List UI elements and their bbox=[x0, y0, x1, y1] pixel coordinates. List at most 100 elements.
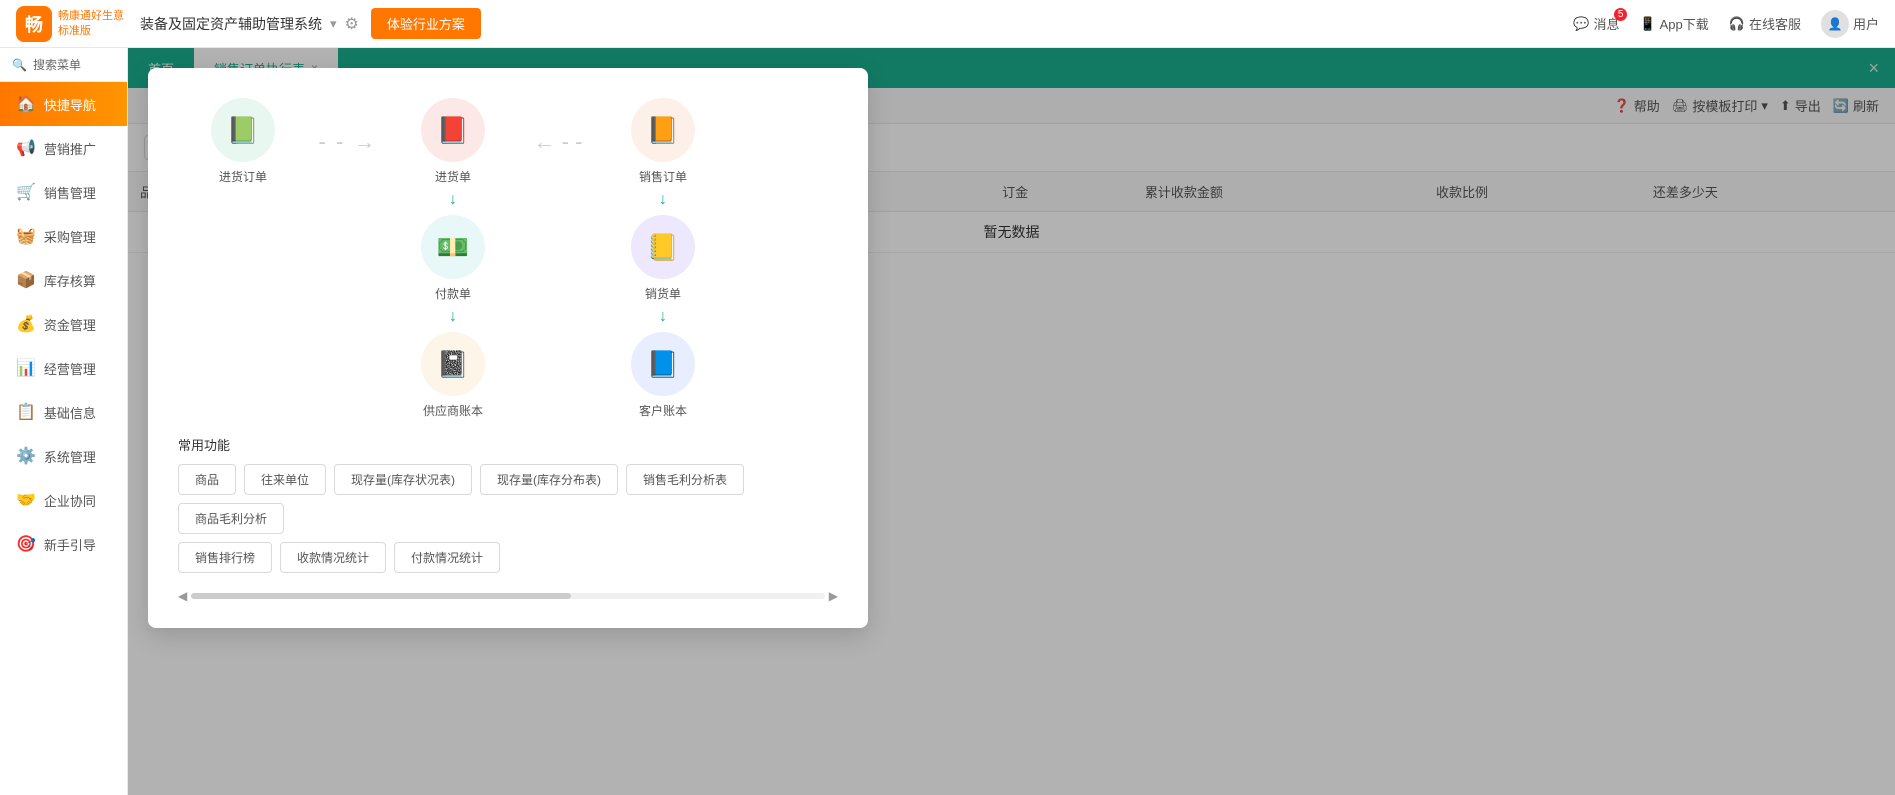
customer-account-icon: 📘 bbox=[647, 349, 679, 380]
sidebar-item-purchase-label: 采购管理 bbox=[44, 227, 96, 246]
sidebar-item-basic-info[interactable]: 📋 基础信息 bbox=[0, 390, 127, 434]
title-arrow-icon: ▾ bbox=[330, 16, 337, 32]
customer-account-circle: 📘 bbox=[631, 332, 695, 396]
user-btn[interactable]: 👤 用户 bbox=[1821, 10, 1879, 38]
arrow-down-receipt: ↓ bbox=[659, 308, 667, 326]
sidebar-item-guide[interactable]: 🎯 新手引导 bbox=[0, 522, 127, 566]
func-btn-sales-margin[interactable]: 销售毛利分析表 bbox=[626, 464, 744, 495]
sales-order-circle: 📙 bbox=[631, 98, 695, 162]
enterprise-icon: 🤝 bbox=[16, 490, 36, 510]
app-download-btn[interactable]: 📱 App下载 bbox=[1639, 14, 1708, 33]
message-btn[interactable]: 💬 消息 5 bbox=[1573, 14, 1619, 33]
gear-icon[interactable]: ⚙ bbox=[345, 14, 359, 34]
popup-scrollbar: ◀ ▶ bbox=[178, 589, 838, 603]
app-download-label: App下载 bbox=[1660, 14, 1709, 33]
sidebar-item-enterprise-label: 企业协同 bbox=[44, 491, 96, 510]
func-btn-partner[interactable]: 往来单位 bbox=[244, 464, 326, 495]
purchase-icon: 🧺 bbox=[16, 226, 36, 246]
message-icon: 💬 bbox=[1573, 16, 1589, 32]
content-area: 首页 销售订单执行表 × × ❓ 帮助 🖨 按模板打印 bbox=[128, 48, 1895, 795]
sales-icon: 🛒 bbox=[16, 182, 36, 202]
inventory-icon: 📦 bbox=[16, 270, 36, 290]
payment-node: 💵 付款单 bbox=[421, 215, 485, 302]
purchase-bill-icon: 📕 bbox=[437, 115, 469, 146]
function-buttons-row1: 商品 往来单位 现存量(库存状况表) 现存量(库存分布表) 销售毛利分析表 商品… bbox=[178, 464, 838, 534]
func-btn-product[interactable]: 商品 bbox=[178, 464, 236, 495]
func-btn-payment-stats[interactable]: 付款情况统计 bbox=[394, 542, 500, 573]
sales-order-icon: 📙 bbox=[647, 115, 679, 146]
supplier-account-circle: 📓 bbox=[421, 332, 485, 396]
purchase-order-icon: 📗 bbox=[227, 115, 259, 146]
sidebar-item-guide-label: 新手引导 bbox=[44, 535, 96, 554]
logo-text: 畅康通好生意标准版 bbox=[58, 9, 124, 38]
sales-bill-label: 销货单 bbox=[645, 285, 681, 302]
func-btn-receipt-stats[interactable]: 收款情况统计 bbox=[280, 542, 386, 573]
sidebar-item-sales[interactable]: 🛒 销售管理 bbox=[0, 170, 127, 214]
arrow-purchase-order-to-bill: - - → bbox=[319, 129, 378, 155]
arrow-down-sales: ↓ bbox=[659, 191, 667, 209]
sidebar-item-marketing-label: 营销推广 bbox=[44, 139, 96, 158]
sales-order-node: 📙 销售订单 bbox=[631, 98, 695, 185]
customer-service-label: 在线客服 bbox=[1749, 14, 1801, 33]
sales-order-label: 销售订单 bbox=[639, 168, 687, 185]
purchase-order-circle: 📗 bbox=[211, 98, 275, 162]
purchase-bill-circle: 📕 bbox=[421, 98, 485, 162]
sidebar-item-purchase[interactable]: 🧺 采购管理 bbox=[0, 214, 127, 258]
scroll-right-icon[interactable]: ▶ bbox=[829, 589, 838, 603]
sidebar-item-capital[interactable]: 💰 资金管理 bbox=[0, 302, 127, 346]
sys-icon: ⚙️ bbox=[16, 446, 36, 466]
marketing-icon: 📢 bbox=[16, 138, 36, 158]
purchase-order-label: 进货订单 bbox=[219, 168, 267, 185]
purchase-bill-label: 进货单 bbox=[435, 168, 471, 185]
sidebar-item-quick-nav[interactable]: 🏠 快捷导航 bbox=[0, 82, 127, 126]
app-download-icon: 📱 bbox=[1639, 16, 1655, 32]
func-btn-sales-rank[interactable]: 销售排行榜 bbox=[178, 542, 272, 573]
payment-label: 付款单 bbox=[435, 285, 471, 302]
sidebar-item-basic-info-label: 基础信息 bbox=[44, 403, 96, 422]
common-functions-section: 常用功能 商品 往来单位 现存量(库存状况表) 现存量(库存分布表) 销售毛利分… bbox=[178, 435, 838, 573]
payment-icon: 💵 bbox=[437, 232, 469, 263]
guide-icon: 🎯 bbox=[16, 534, 36, 554]
sidebar-item-sys[interactable]: ⚙️ 系统管理 bbox=[0, 434, 127, 478]
search-menu-btn[interactable]: 🔍 搜索菜单 bbox=[0, 48, 127, 82]
top-bar: 畅 畅康通好生意标准版 装备及固定资产辅助管理系统 ▾ ⚙ 体验行业方案 💬 消… bbox=[0, 0, 1895, 48]
search-icon: 🔍 bbox=[12, 58, 27, 72]
scrollbar-thumb[interactable] bbox=[191, 593, 571, 599]
sales-bill-icon: 📒 bbox=[647, 232, 679, 263]
func-btn-stock-dist[interactable]: 现存量(库存分布表) bbox=[480, 464, 618, 495]
user-label: 用户 bbox=[1853, 14, 1879, 33]
overlay[interactable]: 📗 进货订单 - - → 📕 进货单 ← - - bbox=[128, 48, 1895, 795]
scrollbar-track bbox=[191, 593, 825, 599]
arrow-down-purchase: ↓ bbox=[449, 191, 457, 209]
workflow-diagram: 📗 进货订单 - - → 📕 进货单 ← - - bbox=[178, 98, 838, 419]
basic-info-icon: 📋 bbox=[16, 402, 36, 422]
payment-circle: 💵 bbox=[421, 215, 485, 279]
supplier-account-node: 📓 供应商账本 bbox=[421, 332, 485, 419]
purchase-bill-node: 📕 进货单 bbox=[421, 98, 485, 185]
sidebar-item-quick-nav-label: 快捷导航 bbox=[44, 95, 96, 114]
message-badge: 5 bbox=[1614, 8, 1628, 21]
popup-card: 📗 进货订单 - - → 📕 进货单 ← - - bbox=[148, 68, 868, 628]
operations-icon: 📊 bbox=[16, 358, 36, 378]
sidebar-item-inventory[interactable]: 📦 库存核算 bbox=[0, 258, 127, 302]
sidebar-item-operations[interactable]: 📊 经营管理 bbox=[0, 346, 127, 390]
common-functions-title: 常用功能 bbox=[178, 435, 838, 454]
customer-account-label: 客户账本 bbox=[639, 402, 687, 419]
sales-bill-circle: 📒 bbox=[631, 215, 695, 279]
sidebar-item-capital-label: 资金管理 bbox=[44, 315, 96, 334]
customer-service-btn[interactable]: 🎧 在线客服 bbox=[1729, 14, 1801, 33]
scroll-left-icon[interactable]: ◀ bbox=[178, 589, 187, 603]
capital-icon: 💰 bbox=[16, 314, 36, 334]
sidebar-item-marketing[interactable]: 📢 营销推广 bbox=[0, 126, 127, 170]
sidebar-item-operations-label: 经营管理 bbox=[44, 359, 96, 378]
func-btn-stock-status[interactable]: 现存量(库存状况表) bbox=[334, 464, 472, 495]
sales-bill-node: 📒 销货单 bbox=[631, 215, 695, 302]
supplier-account-icon: 📓 bbox=[437, 349, 469, 380]
trial-button[interactable]: 体验行业方案 bbox=[371, 8, 481, 39]
function-buttons-row2: 销售排行榜 收款情况统计 付款情况统计 bbox=[178, 542, 838, 573]
sidebar-item-enterprise[interactable]: 🤝 企业协同 bbox=[0, 478, 127, 522]
func-btn-product-margin[interactable]: 商品毛利分析 bbox=[178, 503, 284, 534]
home-icon: 🏠 bbox=[16, 94, 36, 114]
sidebar-item-sys-label: 系统管理 bbox=[44, 447, 96, 466]
search-menu-label: 搜索菜单 bbox=[33, 56, 81, 73]
